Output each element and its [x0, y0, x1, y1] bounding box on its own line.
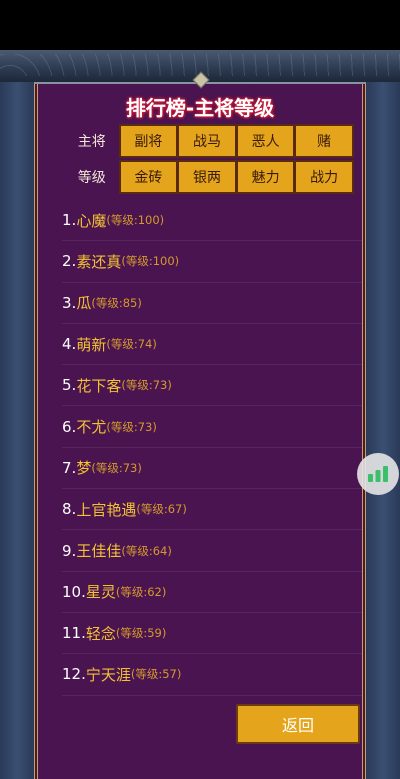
tab-silver[interactable]: 银两 — [177, 160, 237, 194]
back-button[interactable]: 返回 — [236, 704, 360, 744]
signal-bars-icon — [368, 466, 388, 482]
player-level: (等级:57) — [130, 667, 182, 682]
floating-assistant-button[interactable] — [357, 453, 399, 495]
status-bar — [0, 0, 400, 50]
list-item[interactable]: 6. 不尤 (等级:73) — [62, 406, 362, 448]
tab-villain[interactable]: 恶人 — [235, 124, 296, 158]
tab-deputy[interactable]: 副将 — [118, 124, 179, 158]
player-level: (等级:59) — [115, 626, 167, 641]
tab-power[interactable]: 战力 — [294, 160, 354, 194]
left-frame — [0, 82, 34, 779]
category-tabs: 主将 副将 战马 恶人 赌 等级 金砖 银两 魅力 战力 — [64, 122, 354, 194]
player-level: (等级:62) — [115, 584, 167, 599]
rank-number: 9. — [62, 541, 77, 560]
list-item[interactable]: 5. 花下客 (等级:73) — [62, 365, 362, 407]
player-name: 宁天涯 — [85, 665, 131, 684]
page-title: 排行榜-主将等级 — [125, 96, 275, 120]
player-level: (等级:100) — [106, 213, 165, 228]
list-item[interactable]: 11. 轻念 (等级:59) — [62, 613, 362, 655]
list-item[interactable]: 12. 宁天涯 (等级:57) — [62, 654, 362, 696]
rank-number: 10. — [62, 582, 86, 601]
rank-number: 4. — [62, 335, 77, 354]
player-name: 萌新 — [76, 335, 107, 354]
ranking-panel: 排行榜-主将等级 主将 副将 战马 恶人 赌 等级 金砖 银两 魅力 战力 1.… — [34, 84, 366, 779]
list-item[interactable]: 9. 王佳佳 (等级:64) — [62, 530, 362, 572]
player-level: (等级:64) — [121, 543, 172, 558]
list-item[interactable]: 4. 萌新 (等级:74) — [62, 324, 362, 366]
player-level: (等级:67) — [136, 502, 187, 517]
player-name: 星灵 — [85, 583, 116, 602]
player-level: (等级:73) — [106, 419, 157, 434]
player-level: (等级:73) — [91, 460, 142, 475]
player-name: 梦 — [76, 459, 92, 478]
player-name: 心魔 — [76, 211, 107, 230]
player-name: 上官艳遇 — [76, 500, 137, 519]
tab-row-2: 等级 金砖 银两 魅力 战力 — [64, 158, 354, 196]
player-name: 轻念 — [85, 624, 116, 643]
rank-number: 3. — [62, 293, 77, 312]
list-item[interactable]: 7. 梦 (等级:73) — [62, 448, 362, 490]
player-name: 王佳佳 — [76, 542, 122, 561]
rank-number: 8. — [62, 500, 77, 519]
ranking-list: 1. 心魔 (等级:100) 2. 素还真 (等级:100) 3. 瓜 (等级:85) 4.… — [62, 200, 362, 696]
player-level: (等级:100) — [121, 254, 180, 269]
tab-warhorse[interactable]: 战马 — [177, 124, 237, 158]
rank-number: 1. — [62, 211, 77, 230]
list-item[interactable]: 8. 上官艳遇 (等级:67) — [62, 489, 362, 531]
rank-number: 12. — [62, 665, 86, 684]
list-item[interactable]: 1. 心魔 (等级:100) — [62, 200, 362, 242]
rank-number: 6. — [62, 417, 77, 436]
right-frame — [366, 82, 400, 779]
player-name: 不尤 — [76, 418, 107, 437]
player-name: 素还真 — [76, 252, 122, 271]
player-name: 瓜 — [76, 294, 92, 313]
list-item[interactable]: 10. 星灵 (等级:62) — [62, 572, 362, 613]
row-label-level[interactable]: 等级 — [64, 167, 120, 187]
player-level: (等级:73) — [121, 378, 172, 393]
tab-charm[interactable]: 魅力 — [235, 160, 296, 194]
row-label-general[interactable]: 主将 — [64, 131, 120, 151]
rank-number: 7. — [62, 458, 77, 477]
tab-row-1: 主将 副将 战马 恶人 赌 — [64, 122, 354, 160]
rank-number: 11. — [62, 624, 86, 643]
list-item[interactable]: 2. 素还真 (等级:100) — [62, 241, 362, 283]
player-level: (等级:74) — [106, 337, 157, 352]
rank-number: 5. — [62, 376, 77, 395]
tab-gold-brick[interactable]: 金砖 — [118, 160, 179, 194]
list-item[interactable]: 3. 瓜 (等级:85) — [62, 283, 362, 324]
player-level: (等级:85) — [91, 295, 142, 310]
player-name: 花下客 — [76, 376, 122, 395]
rank-number: 2. — [62, 252, 77, 271]
tab-gamble[interactable]: 赌 — [294, 124, 354, 158]
